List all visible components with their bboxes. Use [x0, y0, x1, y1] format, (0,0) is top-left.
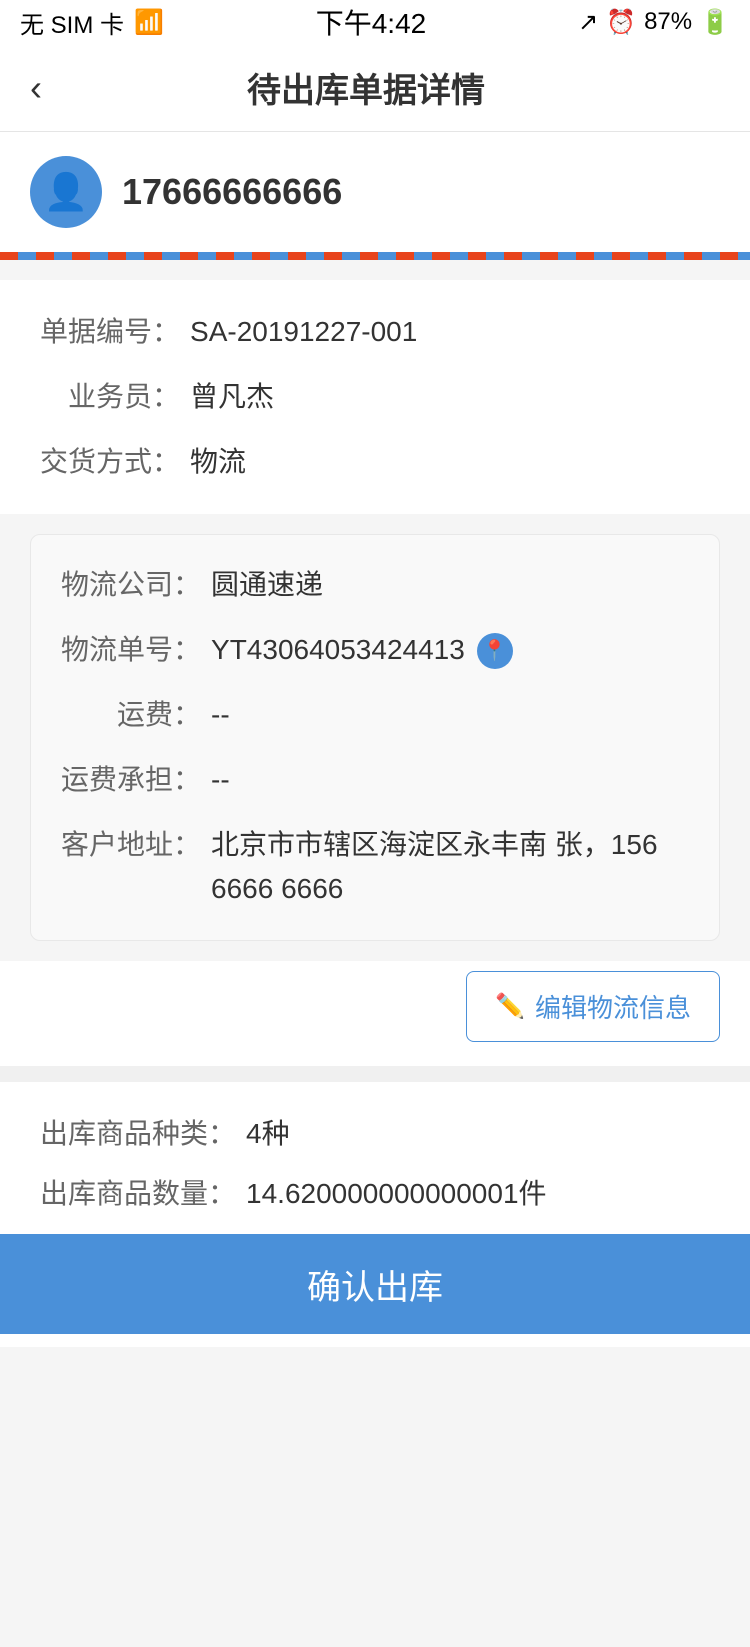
salesperson-row: 业务员： 曾凡杰	[40, 375, 710, 420]
document-number-label: 单据编号：	[40, 310, 180, 355]
basic-info-section: 单据编号： SA-20191227-001 业务员： 曾凡杰 交货方式： 物流	[0, 280, 750, 514]
status-left: 无 SIM 卡 📶	[20, 5, 164, 40]
freight-bearer-value: --	[211, 758, 689, 803]
edit-icon: ✏️	[495, 992, 525, 1021]
delivery-method-value: 物流	[190, 440, 710, 485]
wifi-icon: 📶	[134, 8, 164, 37]
goods-types-label: 出库商品种类：	[40, 1112, 236, 1152]
avatar: 👤	[30, 156, 102, 228]
status-time: 下午4:42	[316, 2, 427, 42]
freight-bearer-row: 运费承担： --	[61, 758, 689, 803]
customer-header: 👤 17666666666	[0, 132, 750, 252]
delivery-method-row: 交货方式： 物流	[40, 440, 710, 485]
goods-section: 出库商品种类： 4种 出库商品数量： 14.620000000000001件	[0, 1082, 750, 1242]
page-title: 待出库单据详情	[62, 63, 670, 112]
goods-types-value: 4种	[246, 1112, 710, 1152]
document-number-row: 单据编号： SA-20191227-001	[40, 310, 710, 355]
address-value: 北京市市辖区海淀区永丰南 张，156 6666 6666	[211, 823, 689, 913]
dashed-separator	[0, 252, 750, 260]
confirm-button[interactable]: 确认出库	[0, 1234, 750, 1334]
goods-quantity-row: 出库商品数量： 14.620000000000001件	[40, 1172, 710, 1212]
battery-label: 87%	[644, 8, 692, 36]
edit-logistics-label: 编辑物流信息	[535, 988, 691, 1025]
back-button[interactable]: ‹	[30, 67, 42, 109]
salesperson-label: 业务员：	[40, 375, 180, 420]
logistics-card: 物流公司： 圆通速递 物流单号： YT43064053424413 📍 运费： …	[30, 534, 720, 941]
status-bar: 无 SIM 卡 📶 下午4:42 ↗ ⏰ 87% 🔋	[0, 0, 750, 44]
logistics-company-row: 物流公司： 圆通速递	[61, 563, 689, 608]
carrier-label: 无 SIM 卡	[20, 5, 124, 40]
tracking-number-row: 物流单号： YT43064053424413 📍	[61, 628, 689, 673]
freight-value: --	[211, 693, 689, 738]
document-number-value: SA-20191227-001	[190, 310, 710, 355]
bottom-bar: 确认出库	[0, 1234, 750, 1334]
goods-types-row: 出库商品种类： 4种	[40, 1112, 710, 1152]
tracking-number-text: YT43064053424413	[211, 628, 465, 673]
nav-bar: ‹ 待出库单据详情	[0, 44, 750, 132]
section-divider	[0, 1066, 750, 1082]
edit-btn-container: ✏️ 编辑物流信息	[0, 961, 750, 1066]
freight-label: 运费：	[61, 693, 201, 738]
delivery-method-label: 交货方式：	[40, 440, 180, 485]
avatar-icon: 👤	[44, 171, 89, 213]
page-spacer	[0, 1347, 750, 1547]
freight-row: 运费： --	[61, 693, 689, 738]
goods-quantity-label: 出库商品数量：	[40, 1172, 236, 1212]
alarm-icon: ⏰	[606, 8, 636, 37]
address-label: 客户地址：	[61, 823, 201, 868]
tracking-value: YT43064053424413 📍	[211, 628, 689, 673]
tracking-location-icon[interactable]: 📍	[477, 633, 513, 669]
address-row: 客户地址： 北京市市辖区海淀区永丰南 张，156 6666 6666	[61, 823, 689, 913]
edit-logistics-button[interactable]: ✏️ 编辑物流信息	[466, 971, 720, 1042]
battery-icon: 🔋	[700, 8, 730, 37]
logistics-company-value: 圆通速递	[211, 563, 689, 608]
status-right: ↗ ⏰ 87% 🔋	[578, 8, 730, 37]
customer-phone: 17666666666	[122, 171, 342, 213]
location-status-icon: ↗	[578, 8, 598, 37]
tracking-label: 物流单号：	[61, 628, 201, 673]
salesperson-value: 曾凡杰	[190, 375, 710, 420]
goods-quantity-value: 14.620000000000001件	[246, 1172, 710, 1212]
freight-bearer-label: 运费承担：	[61, 758, 201, 803]
logistics-company-label: 物流公司：	[61, 563, 201, 608]
